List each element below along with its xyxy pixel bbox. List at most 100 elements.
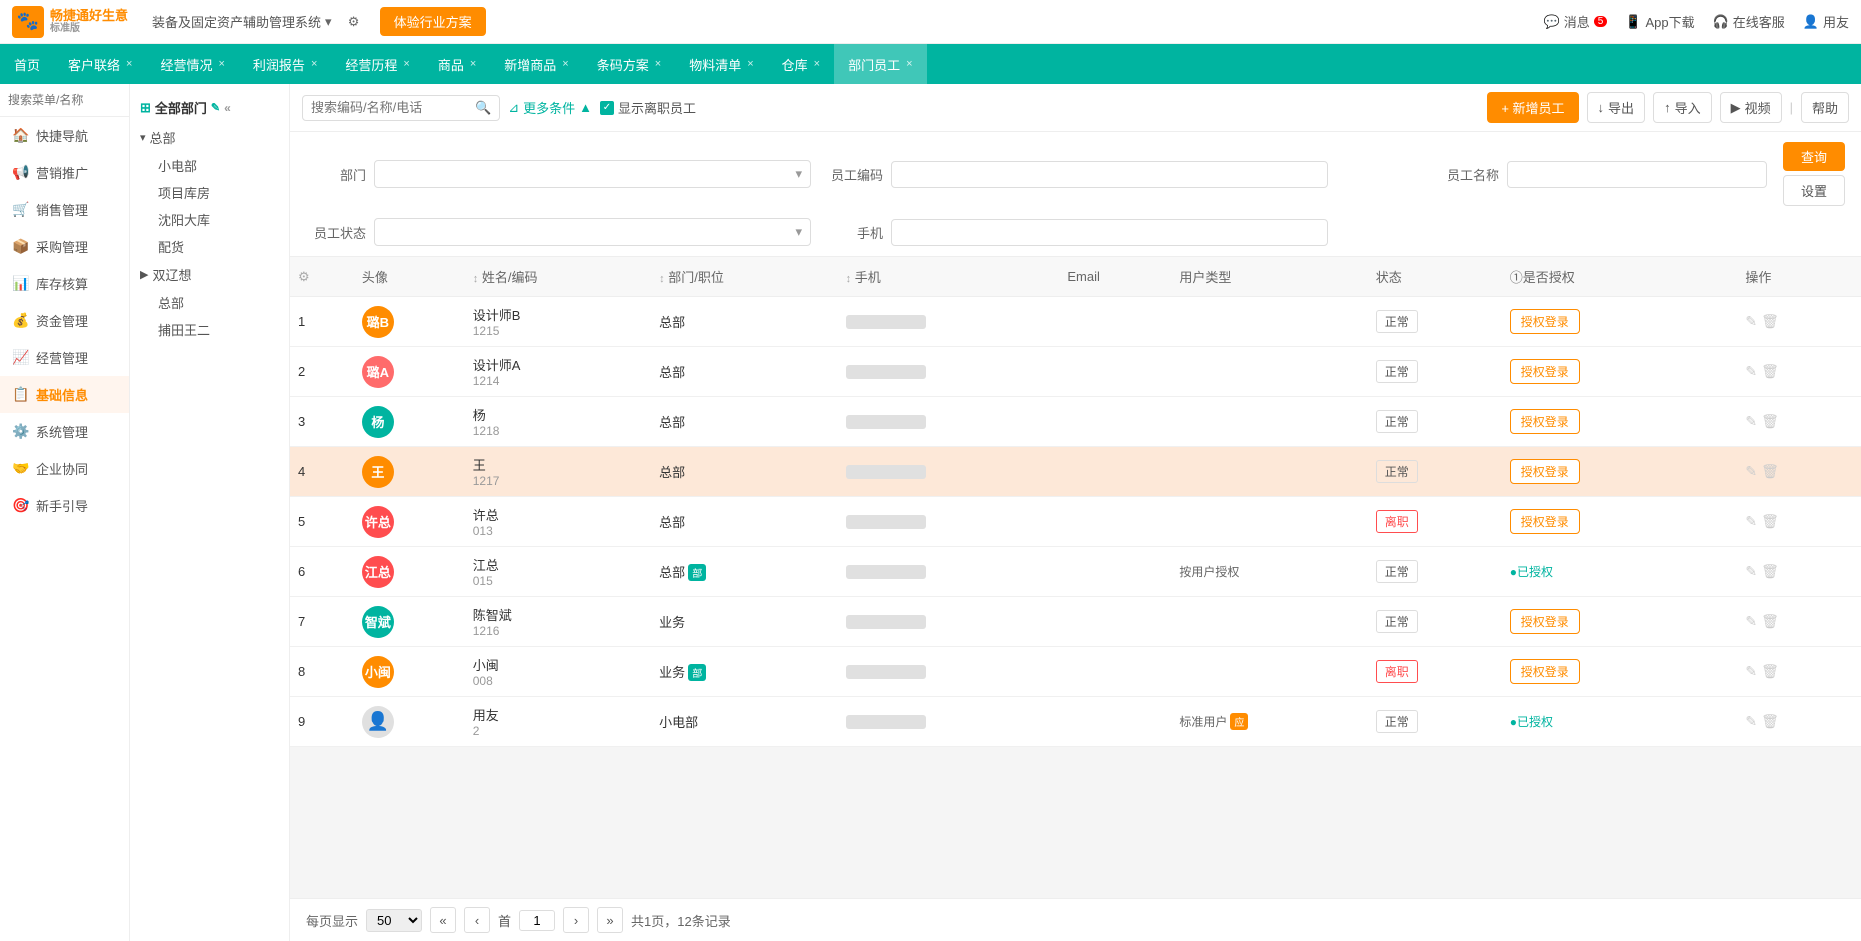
gear-icon[interactable]: ⚙ [340,8,368,36]
setting-button[interactable]: 设置 [1783,175,1845,206]
edit-btn-5[interactable]: ✎ [1745,563,1757,579]
dept-node-peihuo[interactable]: 配货 [136,233,283,260]
navtab-goods[interactable]: 商品× [424,44,490,84]
auth-button-7[interactable]: 授权登录 [1510,659,1580,684]
message-btn[interactable]: 💬 消息 5 [1544,12,1608,31]
navtab-close-finance[interactable]: × [218,58,224,70]
dept-collapse-icon[interactable]: « [224,101,231,115]
sidebar-item-enterprise[interactable]: 🤝企业协同 [0,450,129,487]
sidebar-item-basic[interactable]: 📋基础信息 [0,376,129,413]
navtab-employees[interactable]: 部门员工× [834,44,926,84]
edit-btn-0[interactable]: ✎ [1745,313,1757,329]
auth-button-2[interactable]: 授权登录 [1510,409,1580,434]
navtab-close-employees[interactable]: × [906,58,912,70]
dept-shuangliao-title[interactable]: ▶双辽想 [136,260,283,289]
dept-edit-icon[interactable]: ✎ [211,101,220,114]
edit-btn-4[interactable]: ✎ [1745,513,1757,529]
help-button[interactable]: 帮助 [1801,92,1849,123]
navtab-close-materials[interactable]: × [747,58,753,70]
next-page-btn[interactable]: › [563,907,589,933]
edit-btn-2[interactable]: ✎ [1745,413,1757,429]
search-button[interactable]: 查询 [1783,142,1845,171]
auth-button-6[interactable]: 授权登录 [1510,609,1580,634]
delete-btn-5[interactable]: 🗑 [1761,563,1779,579]
user-menu[interactable]: 👤 用友 [1803,12,1849,31]
delete-btn-4[interactable]: 🗑 [1761,513,1779,529]
delete-btn-1[interactable]: 🗑 [1761,363,1779,379]
dept-node-butianwang[interactable]: 捕田王二 [136,316,283,343]
sidebar-item-sales[interactable]: 🛒销售管理 [0,191,129,228]
empname-input[interactable] [1507,161,1767,188]
navtab-finance[interactable]: 经营情况× [146,44,238,84]
sidebar-search-input[interactable] [8,93,130,107]
navtab-close-profit[interactable]: × [311,58,317,70]
trial-button[interactable]: 体验行业方案 [380,7,486,36]
auth-button-0[interactable]: 授权登录 [1510,309,1580,334]
auth-button-4[interactable]: 授权登录 [1510,509,1580,534]
page-size-select[interactable]: 50100 [366,909,422,932]
sidebar-item-guide[interactable]: 🎯新手引导 [0,487,129,524]
sidebar-item-purchase[interactable]: 📦采购管理 [0,228,129,265]
last-page-btn[interactable]: » [597,907,623,933]
export-button[interactable]: ↓ 导出 [1587,92,1646,123]
download-btn[interactable]: 📱 App下载 [1625,12,1694,31]
dept-tree-header[interactable]: ⊞ 全部部门 ✎ « [130,92,289,123]
dept-node-shenyang[interactable]: 沈阳大库 [136,206,283,233]
delete-btn-2[interactable]: 🗑 [1761,413,1779,429]
add-employee-button[interactable]: + 新增员工 [1487,92,1578,123]
navtab-customer[interactable]: 客户联络× [54,44,146,84]
delete-btn-6[interactable]: 🗑 [1761,613,1779,629]
search-icon[interactable]: 🔍 [475,100,491,116]
navtab-close-newgoods[interactable]: × [562,58,568,70]
sidebar-item-quick[interactable]: 🏠快捷导航 [0,117,129,154]
auth-button-1[interactable]: 授权登录 [1510,359,1580,384]
dept-select[interactable]: ▾ [374,160,811,188]
sidebar-item-system[interactable]: ⚙️系统管理 [0,413,129,450]
dept-node-xiaodiandbu[interactable]: 小电部 [136,152,283,179]
navtab-history[interactable]: 经营历程× [331,44,423,84]
delete-btn-0[interactable]: 🗑 [1761,313,1779,329]
phone-input[interactable] [891,219,1328,246]
navtab-close-goods[interactable]: × [470,58,476,70]
navtab-warehouse[interactable]: 仓库× [768,44,834,84]
sidebar-item-inventory[interactable]: 📊库存核算 [0,265,129,302]
delete-btn-8[interactable]: 🗑 [1761,713,1779,729]
edit-btn-3[interactable]: ✎ [1745,463,1757,479]
page-number-input[interactable] [519,910,555,931]
edit-btn-1[interactable]: ✎ [1745,363,1757,379]
delete-btn-3[interactable]: 🗑 [1761,463,1779,479]
table-col-7[interactable]: 状态 [1368,257,1502,297]
edit-btn-7[interactable]: ✎ [1745,663,1757,679]
sidebar-item-finance[interactable]: 💰资金管理 [0,302,129,339]
first-page-btn[interactable]: « [430,907,456,933]
table-col-3[interactable]: ↕ 部门/职位 [651,257,837,297]
navtab-profit[interactable]: 利润报告× [239,44,331,84]
navtab-close-customer[interactable]: × [126,58,132,70]
navtab-close-barcode[interactable]: × [655,58,661,70]
video-button[interactable]: ▶ 视频 [1720,92,1782,123]
sidebar-item-marketing[interactable]: 📢营销推广 [0,154,129,191]
import-button[interactable]: ↑ 导入 [1653,92,1712,123]
table-col-6[interactable]: 用户类型 [1171,257,1367,297]
navtab-close-history[interactable]: × [403,58,409,70]
service-btn[interactable]: 🎧 在线客服 [1713,12,1785,31]
table-col-2[interactable]: ↕ 姓名/编码 [465,257,651,297]
empcode-input[interactable] [891,161,1328,188]
settings-icon[interactable]: ⚙ [298,269,310,284]
table-col-4[interactable]: ↕ 手机 [838,257,1060,297]
dept-node-xiangmu[interactable]: 项目库房 [136,179,283,206]
dept-node-zongbu2[interactable]: 总部 [136,289,283,316]
edit-btn-8[interactable]: ✎ [1745,713,1757,729]
sidebar-item-operations[interactable]: 📈经营管理 [0,339,129,376]
dept-zongbu-title[interactable]: ▾总部 [136,123,283,152]
prev-page-btn[interactable]: ‹ [464,907,490,933]
navtab-newgoods[interactable]: 新增商品× [490,44,582,84]
system-dropdown[interactable]: ▾ [325,14,332,30]
navtab-close-warehouse[interactable]: × [814,58,820,70]
show-resigned-checkbox[interactable]: ✓ [600,101,614,115]
show-resigned-toggle[interactable]: ✓ 显示离职员工 [600,98,696,117]
status-select[interactable]: ▾ [374,218,811,246]
table-col-5[interactable]: Email [1059,257,1171,297]
auth-button-3[interactable]: 授权登录 [1510,459,1580,484]
search-input[interactable] [311,100,471,115]
